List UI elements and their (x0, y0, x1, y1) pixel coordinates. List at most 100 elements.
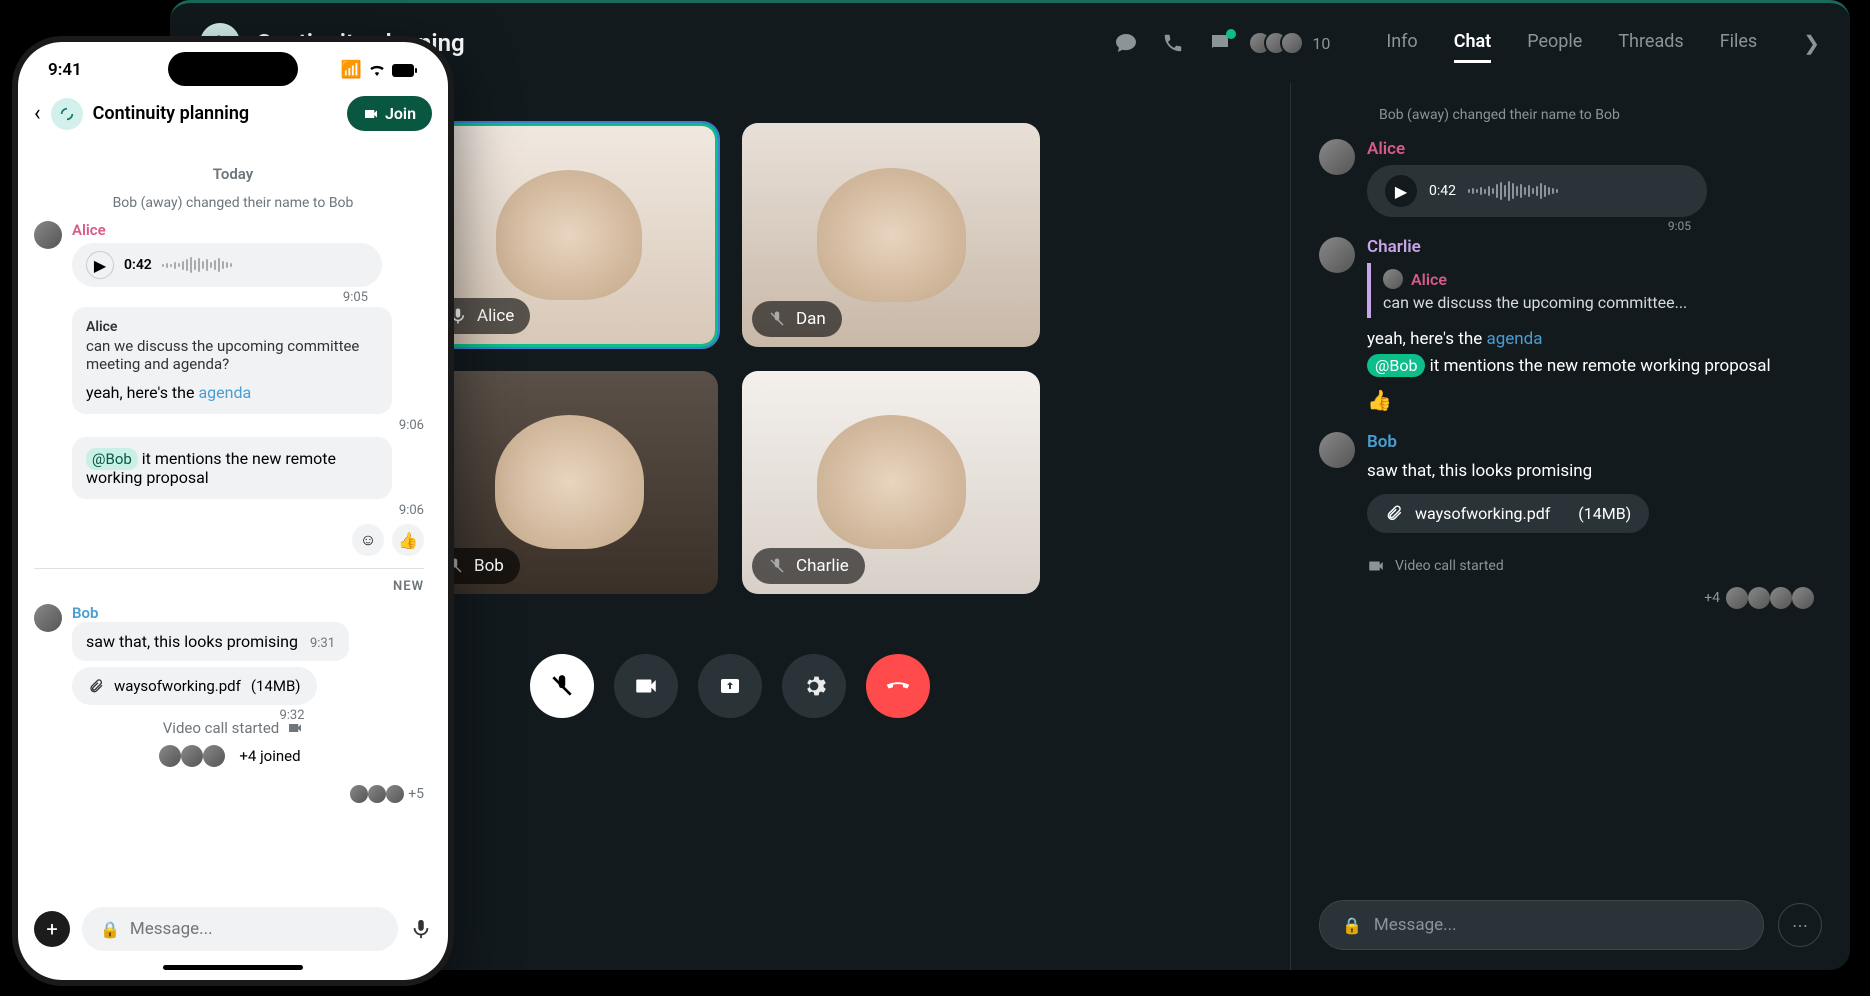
lock-icon: 🔒 (100, 920, 120, 939)
avatar (1319, 139, 1355, 175)
reaction[interactable]: 👍 (392, 524, 424, 556)
tab-info[interactable]: Info (1386, 23, 1417, 63)
compose-row: 🔒 ⋯ (1319, 900, 1822, 950)
timestamp: 9:05 (343, 290, 368, 305)
chat-bubble-icon[interactable] (1114, 31, 1138, 55)
voice-duration: 0:42 (1429, 183, 1456, 199)
file-attachment[interactable]: waysofworking.pdf (14MB) (1367, 494, 1649, 533)
message-input[interactable] (130, 919, 380, 939)
chevron-right-icon[interactable]: ❯ (1803, 31, 1820, 55)
mute-button[interactable] (530, 654, 594, 718)
mic-off-icon (768, 557, 786, 575)
participant-avatars[interactable]: 10 (1256, 31, 1330, 55)
timestamp: 9:06 (34, 418, 424, 433)
mention[interactable]: @Bob (1367, 354, 1425, 377)
voice-message[interactable]: ▶ 0:42 9:05 (72, 243, 382, 287)
call-started-row: Video call started (34, 719, 432, 737)
quoted-text: can we discuss the upcoming committee me… (86, 337, 378, 373)
mic-icon[interactable] (410, 918, 432, 940)
tab-chat[interactable]: Chat (1454, 23, 1492, 63)
chat-panel: Bob (away) changed their name to Bob Ali… (1290, 83, 1850, 970)
link[interactable]: agenda (198, 383, 251, 402)
video-tile-alice[interactable]: Alice (420, 123, 718, 347)
paperclip-icon (88, 678, 104, 694)
add-reaction-button[interactable]: ☺ (352, 524, 384, 556)
message-charlie: Charlie Alice can we discuss the upcomin… (1319, 237, 1822, 412)
quoted-name: Alice (86, 319, 378, 335)
avatar (1319, 237, 1355, 273)
file-attachment[interactable]: waysofworking.pdf (14MB) 9:32 (72, 667, 317, 705)
battery-icon (392, 64, 418, 77)
room-title: Continuity planning (93, 103, 337, 124)
back-icon[interactable]: ‹ (34, 101, 41, 126)
sender-name: Bob (1367, 432, 1822, 452)
video-button[interactable] (614, 654, 678, 718)
avatar (1319, 432, 1355, 468)
settings-button[interactable] (782, 654, 846, 718)
joined-row: +4 joined (34, 745, 432, 767)
message-alice: Alice ▶ 0:42 9:05 (34, 221, 432, 287)
screenshare-button[interactable] (698, 654, 762, 718)
link[interactable]: agenda (1486, 329, 1542, 349)
mobile-device: 9:41 📶 ‹ Continuity planning Join Today … (12, 36, 454, 986)
paperclip-icon (1385, 504, 1403, 522)
video-tile-charlie[interactable]: Charlie (742, 371, 1040, 595)
voice-duration: 0:42 (124, 257, 152, 273)
play-icon[interactable]: ▶ (1385, 175, 1417, 207)
mobile-chat[interactable]: Today Bob (away) changed their name to B… (18, 145, 448, 893)
lock-icon: 🔒 (1342, 916, 1362, 935)
message-bubble[interactable]: Alice can we discuss the upcoming commit… (72, 307, 392, 414)
timestamp: 9:05 (1668, 219, 1691, 233)
message-text: saw that, this looks promising9:31 (72, 622, 349, 661)
join-button[interactable]: Join (347, 96, 432, 131)
mobile-header: ‹ Continuity planning Join (18, 86, 448, 145)
message-composer[interactable]: 🔒 (82, 907, 398, 951)
notch (168, 52, 298, 86)
wifi-icon (368, 63, 386, 77)
tab-people[interactable]: People (1527, 23, 1582, 63)
call-controls (530, 654, 930, 718)
plus-count: +5 (34, 785, 424, 803)
system-message: Bob (away) changed their name to Bob (1319, 107, 1822, 123)
mention[interactable]: @Bob (86, 448, 138, 470)
message-bubble[interactable]: @Bob it mentions the new remote working … (72, 437, 392, 499)
participant-count: 10 (1312, 34, 1330, 53)
avatar (34, 604, 62, 632)
play-icon[interactable]: ▶ (86, 251, 114, 279)
timestamp: 9:06 (34, 503, 424, 518)
sender-name: Alice (1367, 139, 1822, 159)
avatar (34, 221, 62, 249)
home-indicator[interactable] (163, 965, 303, 970)
mobile-compose: + 🔒 (18, 893, 448, 965)
message-text: yeah, here's the agenda (86, 383, 378, 402)
hangup-button[interactable] (866, 654, 930, 718)
timestamp: 9:31 (310, 636, 335, 651)
message-bob: Bob saw that, this looks promising wayso… (1319, 432, 1822, 532)
signal-icon: 📶 (341, 60, 362, 80)
message-bob: Bob saw that, this looks promising9:31 w… (34, 604, 432, 705)
voice-message[interactable]: ▶ 0:42 9:05 (1367, 165, 1707, 217)
more-button[interactable]: ⋯ (1778, 903, 1822, 947)
message-input[interactable] (1374, 915, 1741, 935)
threads-icon[interactable] (1208, 31, 1232, 55)
sidebar-tabs: Info Chat People Threads Files (1386, 23, 1757, 63)
video-tile-bob[interactable]: Bob (420, 371, 718, 595)
system-message: Bob (away) changed their name to Bob (34, 195, 432, 211)
joined-count: +4 (1704, 587, 1814, 609)
tile-label: Dan (752, 301, 842, 337)
reaction[interactable]: 👍 (1367, 388, 1822, 412)
tile-label: Charlie (752, 548, 865, 584)
call-started-row: Video call started (1319, 557, 1822, 575)
message-text: @Bob it mentions the new remote working … (1367, 353, 1822, 380)
tab-threads[interactable]: Threads (1618, 23, 1683, 63)
reply-quote[interactable]: Alice can we discuss the upcoming commit… (1367, 263, 1822, 318)
add-button[interactable]: + (34, 911, 70, 947)
tab-files[interactable]: Files (1720, 23, 1758, 63)
phone-icon[interactable] (1162, 32, 1184, 54)
day-separator: Today (34, 165, 432, 183)
sender-name: Charlie (1367, 237, 1822, 257)
message-text: yeah, here's the agenda (1367, 326, 1822, 353)
video-tile-dan[interactable]: Dan (742, 123, 1040, 347)
message-composer[interactable]: 🔒 (1319, 900, 1764, 950)
waveform (162, 255, 368, 275)
